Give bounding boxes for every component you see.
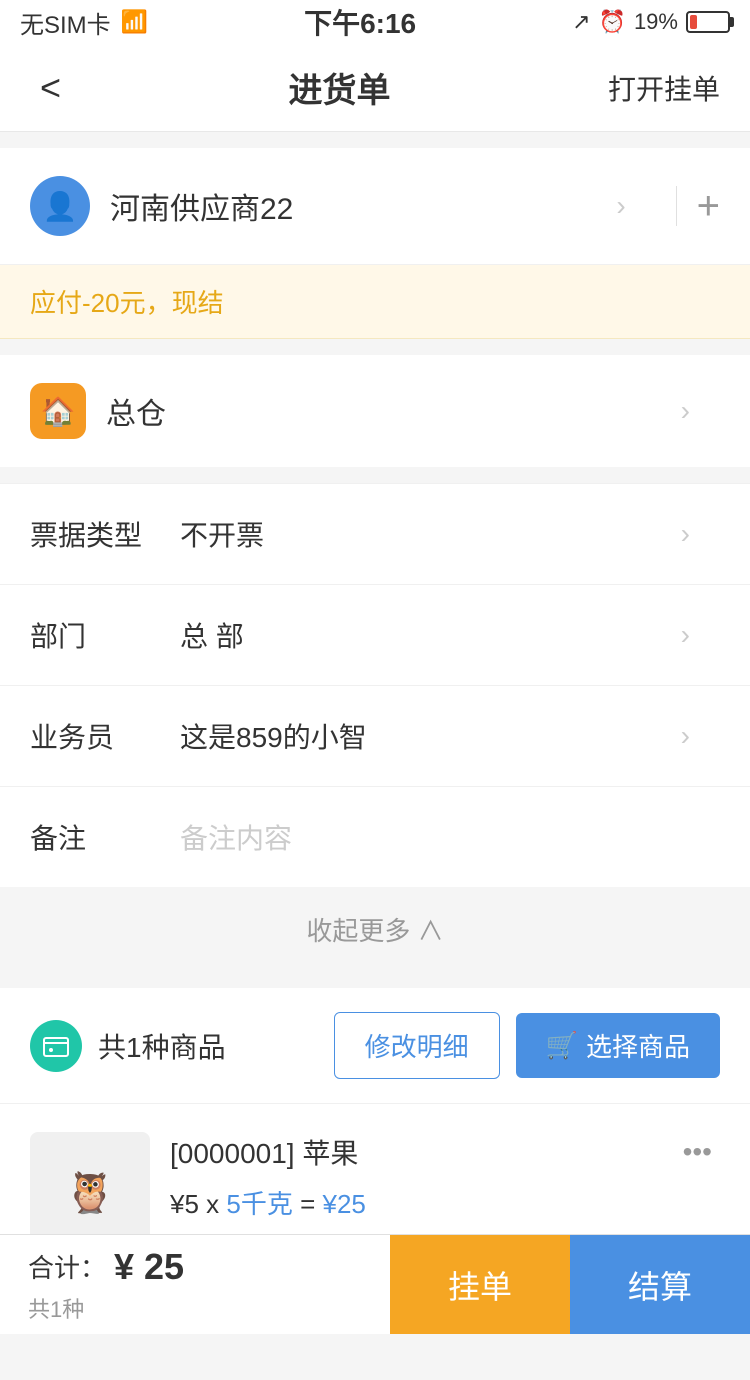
open-hang-button[interactable]: 打开挂单 bbox=[608, 68, 720, 108]
product-code: [0000001] bbox=[170, 1138, 295, 1169]
department-label: 部门 bbox=[30, 615, 150, 655]
add-button[interactable]: + bbox=[697, 184, 720, 229]
salesperson-chevron-icon: › bbox=[681, 720, 690, 752]
remark-row[interactable]: 备注 备注内容 bbox=[0, 786, 750, 887]
checkout-button[interactable]: 结算 bbox=[570, 1235, 750, 1334]
department-value: 总 部 bbox=[180, 615, 681, 655]
supplier-chevron-icon: › bbox=[616, 190, 625, 222]
collapse-toggle[interactable]: 收起更多 ∧ bbox=[0, 887, 750, 972]
remark-input[interactable]: 备注内容 bbox=[180, 817, 720, 857]
product-logo: 🦉 bbox=[65, 1169, 115, 1216]
page-title: 进货单 bbox=[289, 63, 391, 112]
hang-button[interactable]: 挂单 bbox=[390, 1235, 570, 1334]
status-bar: 无SIM卡 📶 下午6:16 ↗ ⏰ 19% bbox=[0, 0, 750, 44]
salesperson-value: 这是859的小智 bbox=[180, 716, 681, 756]
edit-detail-button[interactable]: 修改明细 bbox=[334, 1012, 500, 1079]
status-left: 无SIM卡 📶 bbox=[20, 5, 148, 40]
total-section: 合计： ¥ 25 共1种 bbox=[0, 1235, 390, 1334]
total-amount: ¥ 25 bbox=[114, 1246, 184, 1288]
invoice-type-row[interactable]: 票据类型 不开票 › bbox=[0, 483, 750, 584]
department-row[interactable]: 部门 总 部 › bbox=[0, 584, 750, 685]
status-right: ↗ ⏰ 19% bbox=[572, 9, 730, 35]
section-gap-4 bbox=[0, 972, 750, 988]
section-gap-2 bbox=[0, 339, 750, 355]
product-info: [0000001] 苹果 ¥5 x 5千克 = ¥25 bbox=[170, 1132, 655, 1221]
more-button[interactable]: ••• bbox=[675, 1132, 720, 1172]
invoice-type-value: 不开票 bbox=[180, 514, 681, 554]
supplier-avatar: 👤 bbox=[30, 176, 90, 236]
equals-sign: = bbox=[300, 1189, 322, 1219]
product-price: ¥5 x 5千克 = ¥25 bbox=[170, 1184, 655, 1221]
salesperson-row[interactable]: 业务员 这是859的小智 › bbox=[0, 685, 750, 786]
warehouse-row[interactable]: 🏠 总仓 › bbox=[0, 355, 750, 467]
supplier-section: 👤 河南供应商22 › + 应付-20元，现结 bbox=[0, 148, 750, 339]
products-icon bbox=[30, 1020, 82, 1072]
total-count: 共1种 bbox=[28, 1292, 362, 1324]
warehouse-chevron-icon: › bbox=[681, 395, 690, 427]
total-label: 合计： ¥ 25 bbox=[28, 1246, 362, 1288]
form-section: 票据类型 不开票 › 部门 总 部 › 业务员 这是859的小智 › 备注 备注… bbox=[0, 483, 750, 887]
back-button[interactable]: < bbox=[30, 57, 71, 119]
section-gap-3 bbox=[0, 467, 750, 483]
notice-bar: 应付-20元，现结 bbox=[0, 265, 750, 339]
nav-bar: < 进货单 打开挂单 bbox=[0, 44, 750, 132]
battery-icon bbox=[686, 11, 730, 33]
section-gap-1 bbox=[0, 132, 750, 148]
supplier-name: 河南供应商22 bbox=[110, 184, 616, 228]
supplier-row[interactable]: 👤 河南供应商22 › + bbox=[0, 148, 750, 265]
alarm-icon: ⏰ bbox=[599, 9, 626, 35]
wifi-icon: 📶 bbox=[121, 9, 148, 35]
avatar-icon: 👤 bbox=[43, 190, 78, 223]
department-chevron-icon: › bbox=[681, 619, 690, 651]
carrier-text: 无SIM卡 bbox=[20, 5, 111, 40]
warehouse-name: 总仓 bbox=[106, 389, 681, 433]
product-name: [0000001] 苹果 bbox=[170, 1132, 655, 1172]
product-title: 苹果 bbox=[302, 1138, 358, 1169]
divider bbox=[676, 186, 677, 226]
bottom-bar: 合计： ¥ 25 共1种 挂单 结算 bbox=[0, 1234, 750, 1334]
remark-label: 备注 bbox=[30, 817, 150, 857]
invoice-chevron-icon: › bbox=[681, 518, 690, 550]
cart-icon: 🛒 bbox=[546, 1030, 578, 1061]
multiply-sign: x bbox=[206, 1189, 226, 1219]
warehouse-section: 🏠 总仓 › bbox=[0, 355, 750, 467]
products-header: 共1种商品 修改明细 🛒 选择商品 bbox=[0, 988, 750, 1103]
select-product-button[interactable]: 🛒 选择商品 bbox=[516, 1013, 720, 1078]
quantity: 5千克 bbox=[226, 1189, 292, 1219]
products-count: 共1种商品 bbox=[98, 1026, 334, 1066]
warehouse-icon: 🏠 bbox=[30, 383, 86, 439]
battery-percentage: 19% bbox=[634, 9, 678, 35]
salesperson-label: 业务员 bbox=[30, 716, 150, 756]
unit-price: ¥5 bbox=[170, 1189, 199, 1219]
total-price: ¥25 bbox=[323, 1189, 366, 1219]
location-icon: ↗ bbox=[572, 9, 590, 35]
status-time: 下午6:16 bbox=[304, 2, 416, 42]
invoice-type-label: 票据类型 bbox=[30, 514, 150, 554]
